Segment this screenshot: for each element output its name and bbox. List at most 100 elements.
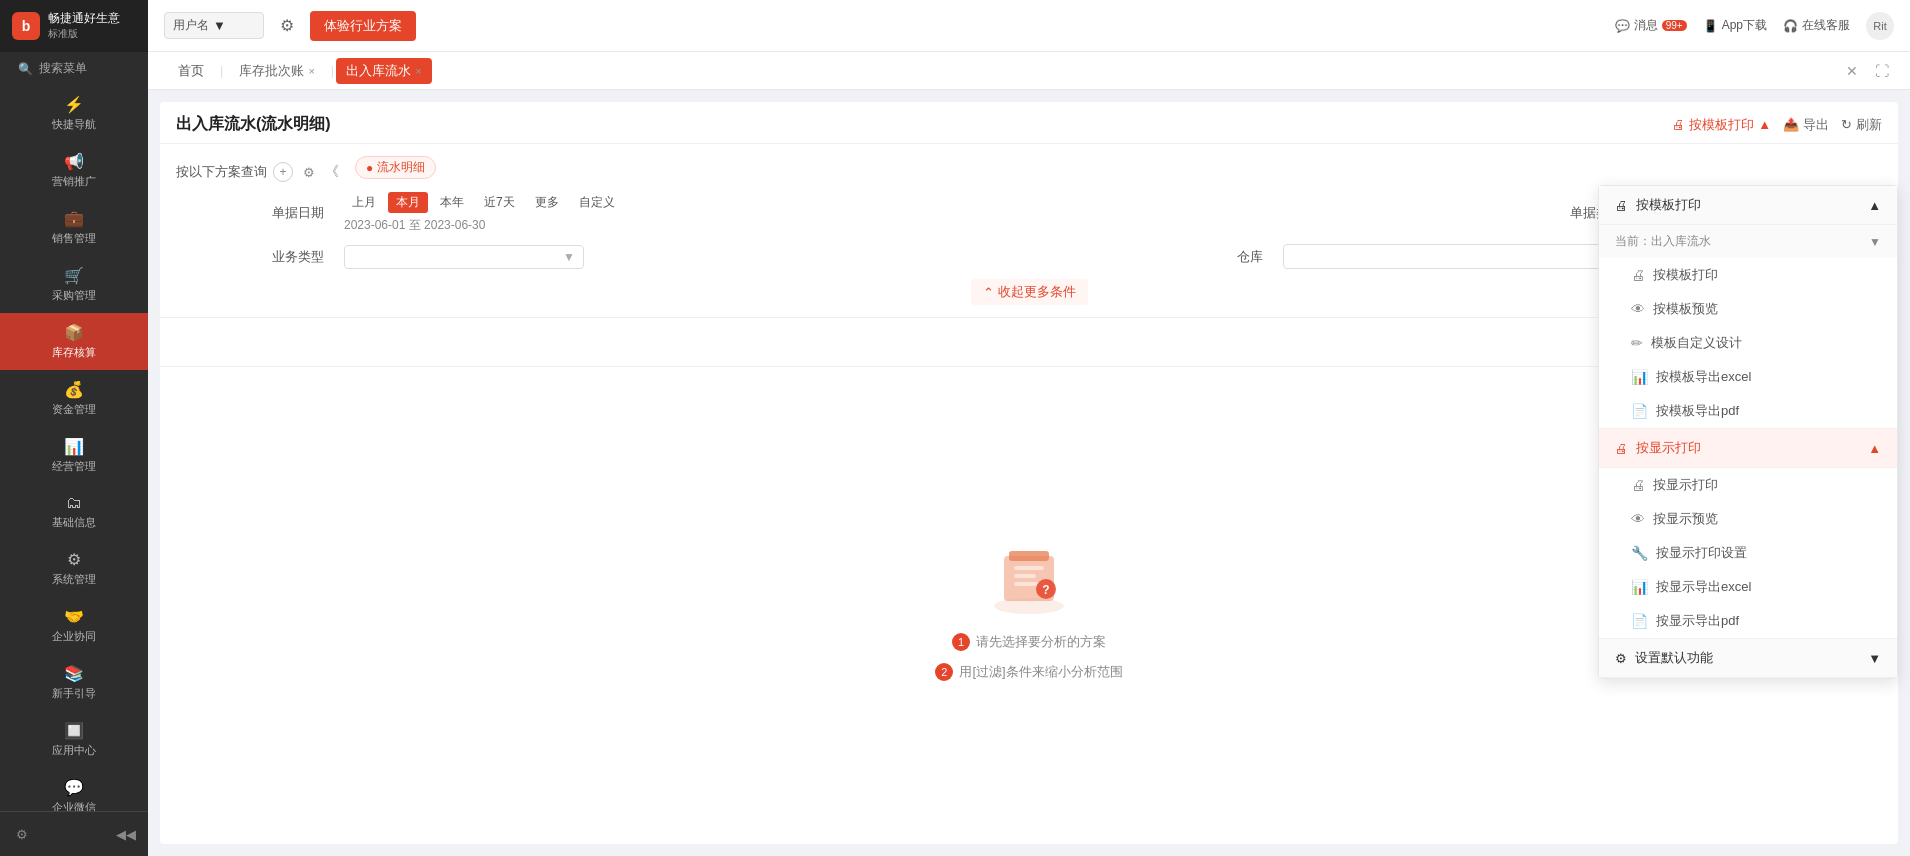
user-selector[interactable]: 用户名 ▼ xyxy=(164,12,264,39)
current-arrow[interactable]: ▼ xyxy=(1869,235,1881,249)
dropdown-display-pdf[interactable]: 📄 按显示导出pdf xyxy=(1599,604,1897,638)
hint-text-2: 用[过滤]条件来缩小分析范围 xyxy=(959,663,1122,681)
sidebar-item-system[interactable]: ⚙ 系统管理 xyxy=(0,540,148,597)
template-design-icon: ✏ xyxy=(1631,335,1643,351)
dropdown-display-excel[interactable]: 📊 按显示导出excel xyxy=(1599,570,1897,604)
headset-icon: 🎧 xyxy=(1783,19,1798,33)
svg-rect-2 xyxy=(1009,551,1049,561)
dropdown-template-preview[interactable]: 👁 按模板预览 xyxy=(1599,292,1897,326)
sidebar-item-label: 系统管理 xyxy=(52,572,96,587)
sidebar-item-marketing[interactable]: 📢 营销推广 xyxy=(0,142,148,199)
sidebar-search[interactable]: 🔍 搜索菜单 xyxy=(0,52,148,85)
hint-num-1: 1 xyxy=(952,633,970,651)
display-pdf-label: 按显示导出pdf xyxy=(1656,612,1739,630)
app-download-btn[interactable]: 📱 App下载 xyxy=(1703,17,1767,34)
sidebar-item-label: 新手引导 xyxy=(52,686,96,701)
filter-collapse-icon[interactable]: 《 xyxy=(325,163,339,181)
sales-icon: 💼 xyxy=(64,209,84,228)
tab-inventory-batch[interactable]: 库存批次账 × xyxy=(225,54,328,88)
dropdown-display-print[interactable]: 🖨 按显示打印 xyxy=(1599,468,1897,502)
sidebar-item-wechat[interactable]: 💬 企业微信 xyxy=(0,768,148,811)
section-template-print-header[interactable]: 🖨 按模板打印 ▲ xyxy=(1599,186,1897,225)
filter-settings-btn[interactable]: ⚙ xyxy=(299,162,319,182)
collapse-more-btn[interactable]: ⌃ 收起更多条件 xyxy=(971,279,1088,305)
sidebar-item-apps[interactable]: 🔲 应用中心 xyxy=(0,711,148,768)
current-template-label: 当前：出入库流水 ▼ xyxy=(1599,225,1897,258)
refresh-btn[interactable]: ↻ 刷新 xyxy=(1841,116,1882,134)
sidebar-item-purchase[interactable]: 🛒 采购管理 xyxy=(0,256,148,313)
export-icon: 📤 xyxy=(1783,117,1799,132)
tab-inventory-flow-close[interactable]: × xyxy=(415,65,421,77)
tab-home-label: 首页 xyxy=(178,62,204,80)
page-header: 出入库流水(流水明细) 🖨 按模板打印 ▲ 📤 导出 ↻ 刷新 xyxy=(160,102,1898,144)
svg-rect-3 xyxy=(1014,566,1044,570)
tab-inventory-flow[interactable]: 出入库流水 × xyxy=(336,58,431,84)
print-template-icon: 🖨 xyxy=(1615,198,1628,213)
display-pdf-icon: 📄 xyxy=(1631,613,1648,629)
section-display-collapse-icon[interactable]: ▲ xyxy=(1868,441,1881,456)
section-template-collapse-icon[interactable]: ▲ xyxy=(1868,198,1881,213)
support-label: 在线客服 xyxy=(1802,17,1850,34)
biz-type-select[interactable]: ▼ xyxy=(344,245,584,269)
dropdown-display-settings[interactable]: 🔧 按显示打印设置 xyxy=(1599,536,1897,570)
filter-tag[interactable]: ● 流水明细 xyxy=(355,156,436,179)
sidebar-item-guide[interactable]: 📚 新手引导 xyxy=(0,654,148,711)
empty-hint-1: 1 请先选择要分析的方案 xyxy=(952,633,1106,651)
date-opt-7days[interactable]: 近7天 xyxy=(476,192,523,213)
message-btn[interactable]: 💬 消息 99+ xyxy=(1615,17,1687,34)
tab-close-page-btn[interactable]: ✕ xyxy=(1840,59,1864,83)
phone-icon: 📱 xyxy=(1703,19,1718,33)
section-template-print-label: 按模板打印 xyxy=(1636,196,1701,214)
svg-text:?: ? xyxy=(1042,583,1049,597)
dropdown-template-print[interactable]: 🖨 按模板打印 xyxy=(1599,258,1897,292)
date-opt-this-month[interactable]: 本月 xyxy=(388,192,428,213)
tab-inventory-batch-close[interactable]: × xyxy=(308,65,314,77)
date-opt-more[interactable]: 更多 xyxy=(527,192,567,213)
template-design-label: 模板自定义设计 xyxy=(1651,334,1742,352)
apps-icon: 🔲 xyxy=(64,721,84,740)
sidebar-bottom: ⚙ ◀◀ xyxy=(0,811,148,856)
sidebar-item-basic[interactable]: 🗂 基础信息 xyxy=(0,484,148,540)
date-opt-custom[interactable]: 自定义 xyxy=(571,192,623,213)
message-icon: 💬 xyxy=(1615,19,1630,33)
date-opt-prev-month[interactable]: 上月 xyxy=(344,192,384,213)
message-label: 消息 xyxy=(1634,17,1658,34)
section-display-print-header[interactable]: 🖨 按显示打印 ▲ xyxy=(1599,429,1897,468)
filter-add-btn[interactable]: + xyxy=(273,162,293,182)
sidebar-item-label: 资金管理 xyxy=(52,402,96,417)
sidebar-item-finance[interactable]: 💰 资金管理 xyxy=(0,370,148,427)
dropdown-display-preview[interactable]: 👁 按显示预览 xyxy=(1599,502,1897,536)
sidebar-collapse-btn[interactable]: ◀◀ xyxy=(116,824,136,844)
sidebar-item-quick-nav[interactable]: ⚡ 快捷导航 xyxy=(0,85,148,142)
dropdown-template-excel[interactable]: 📊 按模板导出excel xyxy=(1599,360,1897,394)
date-opt-this-year[interactable]: 本年 xyxy=(432,192,472,213)
dropdown-template-design[interactable]: ✏ 模板自定义设计 xyxy=(1599,326,1897,360)
svg-rect-5 xyxy=(1014,582,1040,586)
template-excel-icon: 📊 xyxy=(1631,369,1648,385)
sidebar-item-operations[interactable]: 📊 经营管理 xyxy=(0,427,148,484)
section-default-settings-header[interactable]: ⚙ 设置默认功能 ▼ xyxy=(1599,639,1897,678)
warehouse-label: 仓库 xyxy=(1237,248,1267,266)
support-btn[interactable]: 🎧 在线客服 xyxy=(1783,17,1850,34)
print-btn[interactable]: 🖨 按模板打印 ▲ xyxy=(1672,116,1771,134)
dropdown-template-pdf[interactable]: 📄 按模板导出pdf xyxy=(1599,394,1897,428)
sidebar-item-sales[interactable]: 💼 销售管理 xyxy=(0,199,148,256)
tab-inventory-batch-label: 库存批次账 xyxy=(239,62,304,80)
operations-icon: 📊 xyxy=(64,437,84,456)
export-btn[interactable]: 📤 导出 xyxy=(1783,116,1829,134)
section-default-arrow[interactable]: ▼ xyxy=(1868,651,1881,666)
purchase-icon: 🛒 xyxy=(64,266,84,285)
tab-maximize-btn[interactable]: ⛶ xyxy=(1870,59,1894,83)
app-label: App下载 xyxy=(1722,17,1767,34)
filter-label-group: 按以下方案查询 + ⚙ 《 xyxy=(176,156,339,182)
user-avatar[interactable]: Rit xyxy=(1866,12,1894,40)
filter-tag-label: 流水明细 xyxy=(377,159,425,176)
sidebar-item-inventory[interactable]: 📦 库存核算 xyxy=(0,313,148,370)
trial-btn[interactable]: 体验行业方案 xyxy=(310,11,416,41)
topbar-settings-btn[interactable]: ⚙ xyxy=(272,11,302,41)
tab-home[interactable]: 首页 xyxy=(164,54,218,88)
sidebar-settings-btn[interactable]: ⚙ xyxy=(12,824,32,844)
guide-icon: 📚 xyxy=(64,664,84,683)
sidebar-item-coop[interactable]: 🤝 企业协同 xyxy=(0,597,148,654)
print-icon: 🖨 xyxy=(1672,117,1685,132)
